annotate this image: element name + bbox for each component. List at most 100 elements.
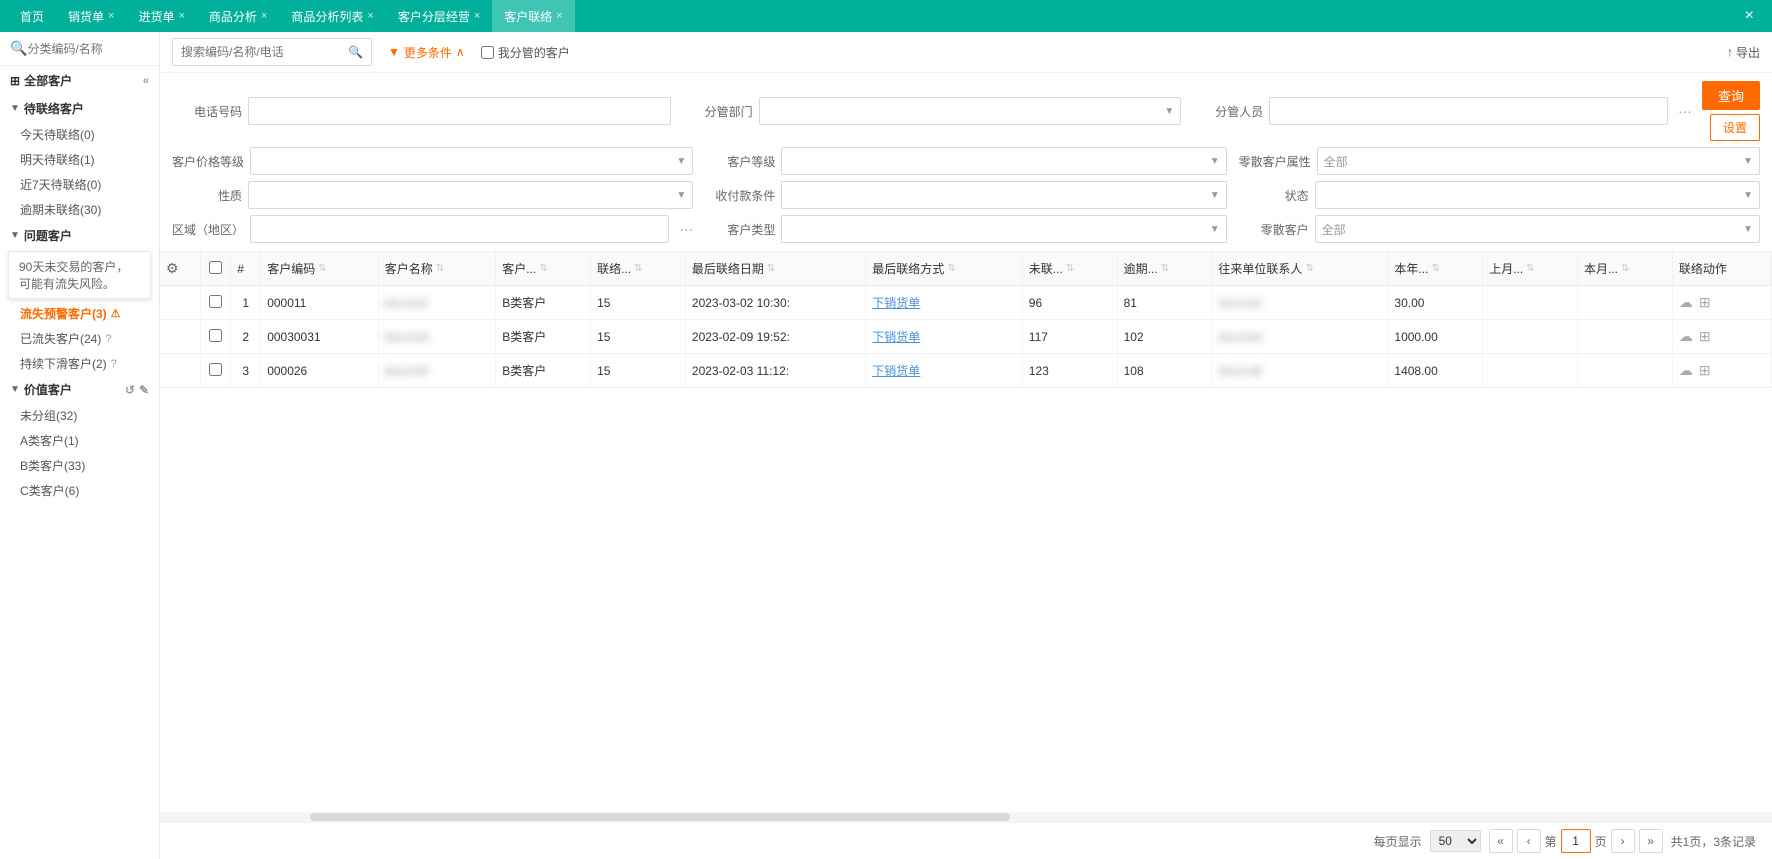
- th-unit-contact[interactable]: 往来单位联系人 ⇅: [1212, 252, 1388, 286]
- phone-input[interactable]: [248, 97, 671, 125]
- my-customers-checkbox[interactable]: 我分管的客户: [481, 44, 570, 61]
- value-refresh-icon[interactable]: ↺: [125, 383, 135, 397]
- region-dots[interactable]: ···: [679, 221, 693, 237]
- th-last-date[interactable]: 最后联络日期 ⇅: [685, 252, 865, 286]
- th-name[interactable]: 客户名称 ⇅: [378, 252, 496, 286]
- row-checkbox[interactable]: [209, 363, 222, 376]
- page-first-btn[interactable]: «: [1489, 829, 1513, 853]
- search-icon[interactable]: 🔍: [348, 45, 363, 59]
- person-dots[interactable]: ···: [1678, 103, 1692, 119]
- person-select[interactable]: [1269, 97, 1668, 125]
- nav-home[interactable]: 首页: [8, 0, 56, 32]
- churn-warning-icon: ⚠: [111, 307, 121, 320]
- nav-customer-tier-close[interactable]: ×: [474, 10, 480, 22]
- nav-purchase[interactable]: 进货单 ×: [126, 0, 196, 32]
- row-gear-cell: [160, 286, 201, 320]
- row-checkbox[interactable]: [209, 295, 222, 308]
- status-select[interactable]: ▼: [1315, 181, 1760, 209]
- sidebar-item-7days[interactable]: 近7天待联络(0): [0, 172, 159, 197]
- th-no-contact[interactable]: 未联... ⇅: [1022, 252, 1117, 286]
- nav-sales[interactable]: 销货单 ×: [56, 0, 126, 32]
- sidebar-item-churned[interactable]: 已流失客户(24) ?: [0, 326, 159, 351]
- nav-purchase-close[interactable]: ×: [178, 10, 184, 22]
- query-button[interactable]: 查询: [1702, 81, 1760, 110]
- c-class-label: C类客户(6): [20, 482, 79, 499]
- sidebar-item-b-class[interactable]: B类客户(33): [0, 453, 159, 478]
- page-prev-btn[interactable]: ‹: [1517, 829, 1541, 853]
- sidebar-item-c-class[interactable]: C类客户(6): [0, 478, 159, 503]
- th-last-method[interactable]: 最后联络方式 ⇅: [866, 252, 1023, 286]
- gear-icon[interactable]: ⚙: [166, 260, 179, 276]
- nav-product-close[interactable]: ×: [261, 10, 267, 22]
- sidebar-group-pending[interactable]: ▼ 待联络客户: [0, 95, 159, 122]
- select-all-checkbox[interactable]: [209, 261, 222, 274]
- nav-product-analysis[interactable]: 商品分析 ×: [197, 0, 279, 32]
- th-this-year[interactable]: 本年... ⇅: [1388, 252, 1483, 286]
- th-type[interactable]: 客户... ⇅: [496, 252, 591, 286]
- payment-select[interactable]: ▼: [781, 181, 1226, 209]
- price-level-select[interactable]: ▼: [250, 147, 693, 175]
- customer-level-select[interactable]: ▼: [781, 147, 1226, 175]
- horizontal-scrollbar[interactable]: [160, 812, 1772, 822]
- page-size-select[interactable]: 50 20 100 200: [1430, 830, 1481, 852]
- filter-row-3: 性质 ▼ 收付款条件 ▼ 状态: [172, 181, 1760, 209]
- row-checkbox[interactable]: [209, 329, 222, 342]
- page-next-btn[interactable]: ›: [1611, 829, 1635, 853]
- th-overdue[interactable]: 逾期... ⇅: [1117, 252, 1212, 286]
- sidebar-search-input[interactable]: [27, 42, 160, 56]
- nav-customer-contact-close[interactable]: ×: [556, 10, 562, 22]
- gender-select[interactable]: ▼: [248, 181, 693, 209]
- nav-customer-contact-label: 客户联络: [504, 8, 552, 25]
- th-last-month[interactable]: 上月... ⇅: [1483, 252, 1578, 286]
- filter-row-1: 电话号码 分管部门 ▼ 分管人员: [172, 81, 1760, 141]
- sidebar-item-churn-warning[interactable]: 流失预警客户(3) ⚠: [0, 301, 159, 326]
- more-filter-btn[interactable]: ▼ 更多条件 ∧: [380, 44, 473, 61]
- zero-customer-select[interactable]: 全部 ▼: [1315, 215, 1760, 243]
- dept-select[interactable]: ▼: [759, 97, 1182, 125]
- nav-customer-contact[interactable]: 客户联络 ×: [492, 0, 574, 32]
- sidebar-group-problem[interactable]: ▼ 问题客户: [0, 222, 159, 249]
- sidebar-all-customers[interactable]: ⊞ 全部客户 «: [0, 66, 159, 95]
- ungroup-label: 未分组(32): [20, 407, 77, 424]
- sidebar-item-tomorrow[interactable]: 明天待联络(1): [0, 147, 159, 172]
- my-customers-input[interactable]: [481, 46, 494, 59]
- action-more-icon[interactable]: ⊞: [1699, 362, 1711, 379]
- region-select[interactable]: [250, 215, 669, 243]
- action-chat-icon[interactable]: ☁: [1679, 328, 1693, 345]
- page-last-btn[interactable]: »: [1639, 829, 1663, 853]
- sidebar: 🔍 ⊞ 全部客户 « ▼ 待联络客户 今天待联络(0) 明天待联络(1) 近7天…: [0, 32, 160, 859]
- sidebar-item-today[interactable]: 今天待联络(0): [0, 122, 159, 147]
- customer-type-select[interactable]: ▼: [781, 215, 1226, 243]
- sidebar-item-a-class[interactable]: A类客户(1): [0, 428, 159, 453]
- nav-product-list-close[interactable]: ×: [367, 10, 373, 22]
- action-chat-icon[interactable]: ☁: [1679, 362, 1693, 379]
- settings-button[interactable]: 设置: [1710, 114, 1760, 141]
- th-this-month[interactable]: 本月... ⇅: [1578, 252, 1673, 286]
- action-more-icon[interactable]: ⊞: [1699, 328, 1711, 345]
- sidebar-item-declining[interactable]: 持续下滑客户(2) ?: [0, 351, 159, 376]
- export-btn[interactable]: ↑ 导出: [1727, 44, 1760, 61]
- nav-close-all[interactable]: ×: [1735, 7, 1764, 25]
- nav-customer-tier[interactable]: 客户分层经营 ×: [386, 0, 492, 32]
- sidebar-item-ungroup[interactable]: 未分组(32): [0, 403, 159, 428]
- th-code[interactable]: 客户编码 ⇅: [261, 252, 379, 286]
- action-more-icon[interactable]: ⊞: [1699, 294, 1711, 311]
- sidebar-group-value[interactable]: ▼ 价值客户 ↺ ✎: [0, 376, 159, 403]
- sidebar-collapse-icon[interactable]: «: [143, 75, 149, 87]
- action-chat-icon[interactable]: ☁: [1679, 294, 1693, 311]
- value-edit-icon[interactable]: ✎: [139, 383, 149, 397]
- page-input[interactable]: [1561, 829, 1591, 853]
- zero-attr-chevron-icon: ▼: [1743, 156, 1753, 167]
- row-type: B类客户: [496, 286, 591, 320]
- zero-attr-select[interactable]: 全部 ▼: [1317, 147, 1760, 175]
- row-type: B类客户: [496, 320, 591, 354]
- th-contact[interactable]: 联络... ⇅: [591, 252, 686, 286]
- toolbar: 🔍 ▼ 更多条件 ∧ 我分管的客户 ↑ 导出: [160, 32, 1772, 73]
- sidebar-item-overdue[interactable]: 逾期未联络(30): [0, 197, 159, 222]
- last-date-sort-icon: ⇅: [767, 263, 775, 274]
- search-input[interactable]: [181, 45, 348, 59]
- nav-sales-close[interactable]: ×: [108, 10, 114, 22]
- nav-product-list[interactable]: 商品分析列表 ×: [279, 0, 385, 32]
- customer-table: ⚙ # 客户编码 ⇅: [160, 252, 1772, 388]
- scrollbar-thumb[interactable]: [310, 813, 1010, 821]
